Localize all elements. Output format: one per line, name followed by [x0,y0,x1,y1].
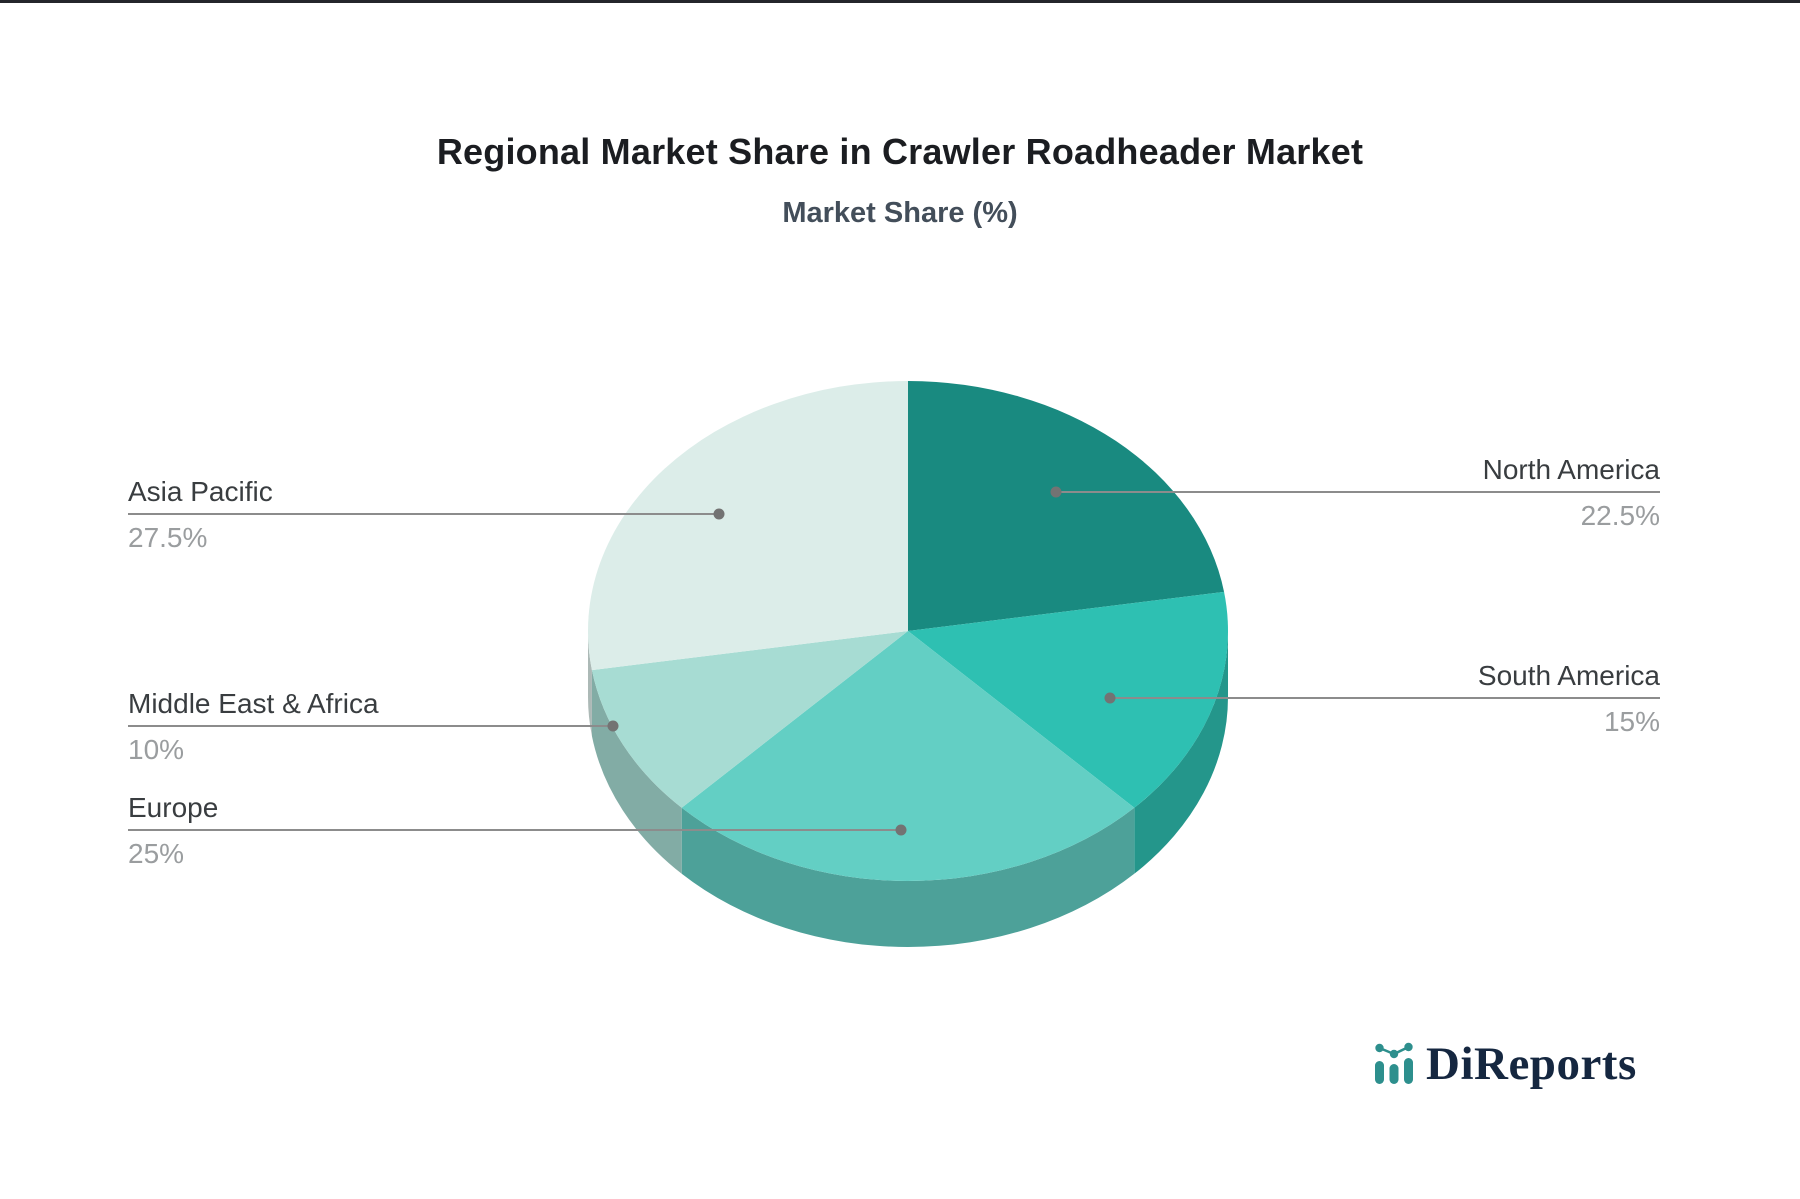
pie-slice-north-america[interactable] [908,381,1225,631]
slice-value-europe: 25% [128,838,185,869]
pie-slice-asia-pacific[interactable] [588,381,908,671]
logo-bar-line-chart-icon [1375,1042,1413,1084]
slice-label-europe: Europe [128,792,219,823]
slice-label-middle-east-africa: Middle East & Africa [128,688,379,719]
slice-label-north-america: North America [1482,454,1660,485]
leader-dot [895,824,907,836]
direports-logo: DiReports [1372,1037,1637,1091]
pie-chart-canvas [128,381,1660,948]
leader-line-middle-east-africa [128,720,619,732]
leader-dot [1050,486,1062,498]
slice-value-asia-pacific: 27.5% [128,522,208,553]
leader-dot [713,508,725,520]
slice-label-south-america: South America [1477,660,1660,691]
chart-page: Regional Market Share in Crawler Roadhea… [0,0,1800,1199]
leader-dot [607,720,619,732]
slice-value-north-america: 22.5% [1580,500,1660,531]
slice-value-south-america: 15% [1603,706,1660,737]
logo-text: DiReports [1426,1038,1637,1090]
leader-dot [1104,692,1116,704]
slice-value-middle-east-africa: 10% [128,734,185,765]
slice-label-asia-pacific: Asia Pacific [128,476,273,507]
